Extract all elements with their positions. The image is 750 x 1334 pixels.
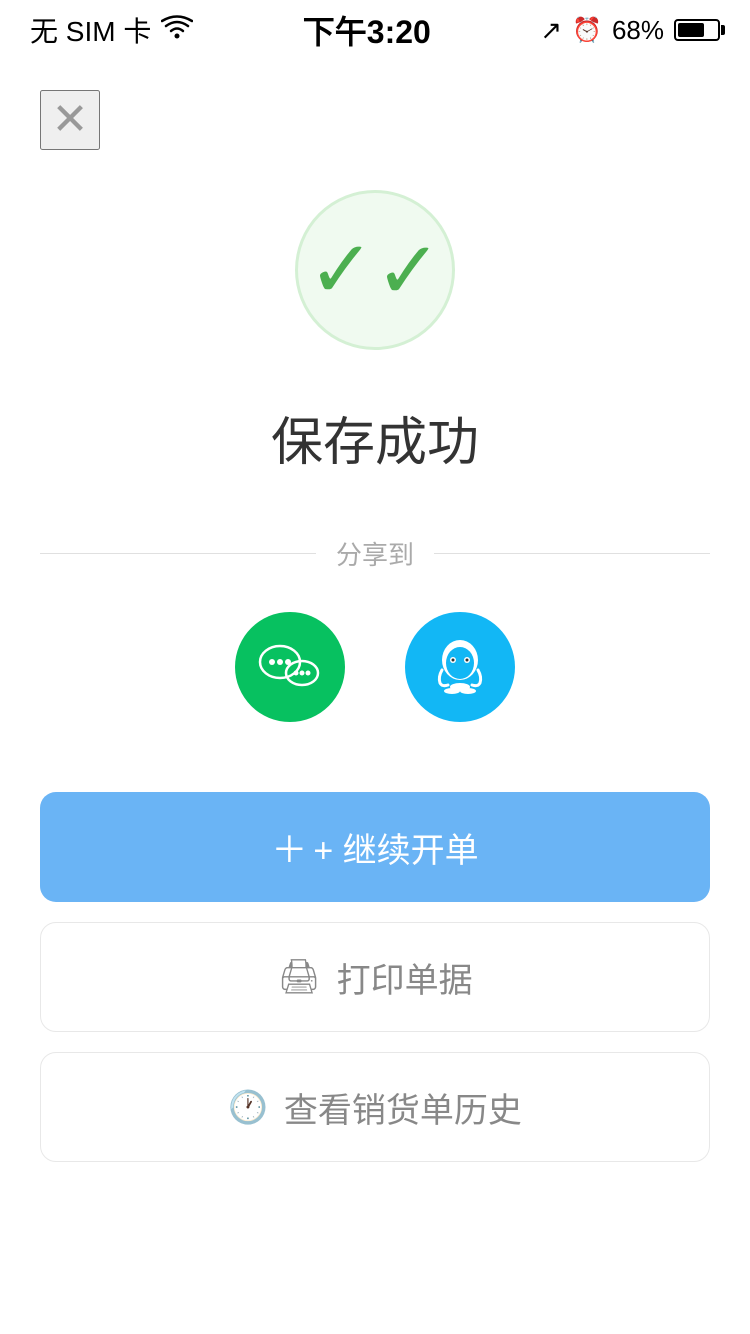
continue-order-button[interactable]: ＋ + 继续开单 [40,792,710,902]
divider-right [434,553,710,554]
print-button[interactable]: 🖨 打印单据 [40,922,710,1032]
success-title: 保存成功 [271,400,479,475]
wechat-share-button[interactable] [235,612,345,722]
qq-share-button[interactable] [405,612,515,722]
action-buttons: ＋ + 继续开单 🖨 打印单据 🕐 查看销货单历史 [40,792,710,1162]
print-icon: 🖨 [277,957,320,997]
success-icon-container: ✓ [295,190,455,350]
history-button[interactable]: 🕐 查看销货单历史 [40,1052,710,1162]
status-bar: 无 SIM 卡 下午3:20 ↗ ⏰ 68% [0,0,750,60]
continue-order-label: + 继续开单 [313,823,478,872]
wifi-icon [161,14,193,47]
plus-icon: ＋ [271,821,307,873]
status-left: 无 SIM 卡 [30,10,193,50]
checkmark-icon: ✓ [308,224,442,317]
status-right: ↗ ⏰ 68% [540,15,720,46]
close-button[interactable]: ✕ [40,90,100,150]
share-section: 分享到 [40,535,710,722]
share-label: 分享到 [336,535,414,572]
print-label: 打印单据 [337,953,473,1002]
divider-left [40,553,316,554]
wechat-icon [258,640,323,695]
qq-icon [430,635,490,700]
main-content: ✕ ✓ 保存成功 分享到 [0,60,750,1334]
battery-icon [674,19,720,41]
location-icon: ↗ [540,15,562,46]
close-icon: ✕ [52,98,89,142]
history-icon: 🕐 [228,1088,268,1126]
alarm-icon: ⏰ [572,16,602,45]
status-time: 下午3:20 [303,7,431,53]
history-label: 查看销货单历史 [284,1083,522,1132]
share-divider: 分享到 [40,535,710,572]
carrier-text: 无 SIM 卡 [30,10,151,50]
share-buttons [235,612,515,722]
battery-pct-text: 68% [612,15,664,46]
